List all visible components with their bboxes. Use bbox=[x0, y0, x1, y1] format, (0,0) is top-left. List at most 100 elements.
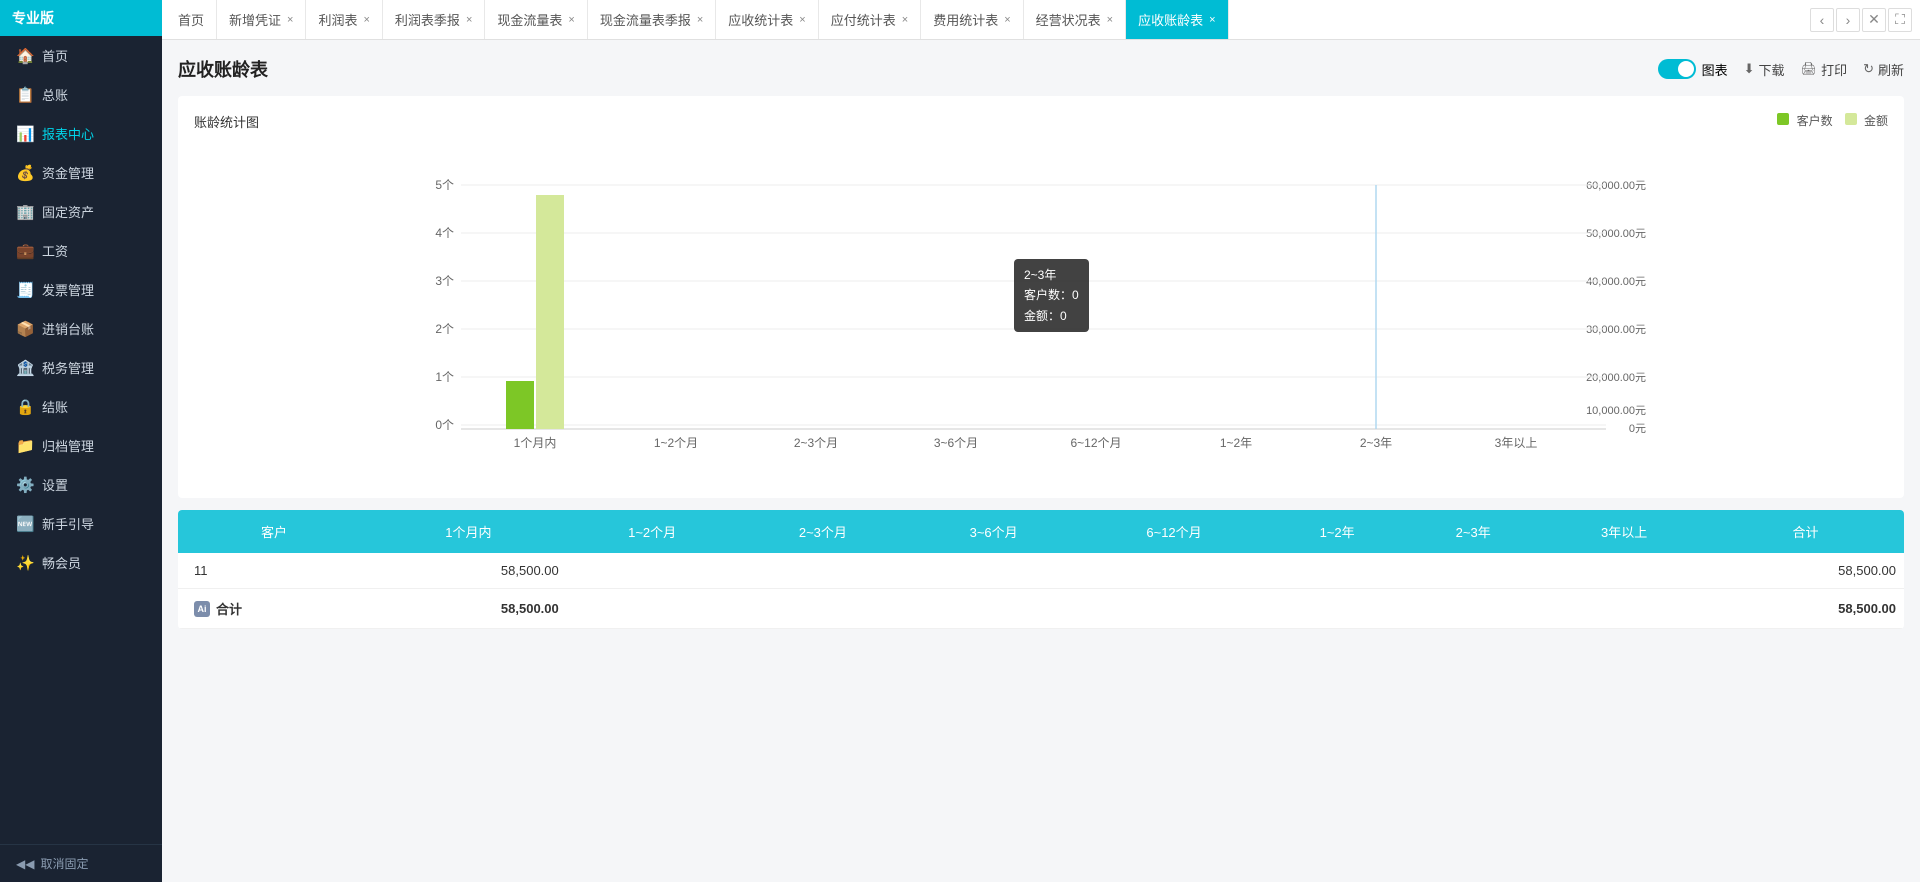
chart-toggle[interactable] bbox=[1658, 59, 1696, 79]
close-tab-ap-stat[interactable]: × bbox=[902, 14, 908, 26]
legend-amount-dot bbox=[1845, 113, 1857, 125]
cell-m12 bbox=[567, 553, 738, 589]
sidebar-item-closing[interactable]: 🔒 结账 bbox=[0, 387, 162, 426]
sidebar-item-funds[interactable]: 💰 资金管理 bbox=[0, 153, 162, 192]
refresh-icon: ↻ bbox=[1863, 61, 1874, 77]
invoice-icon: 🧾 bbox=[16, 281, 34, 299]
vip-icon: ✨ bbox=[16, 554, 34, 572]
cell-total-m12 bbox=[567, 589, 738, 629]
svg-text:30,000.00元: 30,000.00元 bbox=[1586, 324, 1646, 336]
data-table: 客户 1个月内 1~2个月 2~3个月 3~6个月 6~12个月 1~2年 2~… bbox=[178, 510, 1904, 629]
svg-text:5个: 5个 bbox=[435, 178, 454, 192]
bar-amount-1m bbox=[536, 195, 564, 429]
svg-text:6~12个月: 6~12个月 bbox=[1070, 436, 1121, 450]
tab-ar-aging[interactable]: 应收账龄表 × bbox=[1126, 0, 1228, 40]
tab-next-button[interactable]: › bbox=[1836, 8, 1860, 32]
tab-ap-stat[interactable]: 应付统计表 × bbox=[819, 0, 921, 40]
guide-icon: 🆕 bbox=[16, 515, 34, 533]
chart-toggle-wrap: 图表 bbox=[1658, 59, 1728, 79]
cell-m612 bbox=[1079, 553, 1269, 589]
cell-total-y23 bbox=[1405, 589, 1541, 629]
table-header-row: 客户 1个月内 1~2个月 2~3个月 3~6个月 6~12个月 1~2年 2~… bbox=[178, 510, 1904, 553]
refresh-button[interactable]: ↻ 刷新 bbox=[1863, 60, 1904, 79]
cell-y12 bbox=[1269, 553, 1405, 589]
chart-svg: 5个 4个 3个 2个 1个 0个 60,000.00元 50,000.00元 … bbox=[194, 139, 1888, 479]
col-m36: 3~6个月 bbox=[908, 510, 1079, 553]
svg-text:1个: 1个 bbox=[435, 370, 454, 384]
cell-total: 58,500.00 bbox=[1707, 553, 1904, 589]
cell-total-y3plus bbox=[1541, 589, 1707, 629]
tab-prev-button[interactable]: ‹ bbox=[1810, 8, 1834, 32]
home-icon: 🏠 bbox=[16, 47, 34, 65]
cell-m23 bbox=[738, 553, 909, 589]
svg-text:3年以上: 3年以上 bbox=[1495, 436, 1538, 450]
closing-icon: 🔒 bbox=[16, 398, 34, 416]
reports-icon: 📊 bbox=[16, 125, 34, 143]
tab-home[interactable]: 首页 bbox=[166, 0, 217, 40]
sidebar-item-settings[interactable]: ⚙️ 设置 bbox=[0, 465, 162, 504]
chart-toggle-label: 图表 bbox=[1702, 60, 1728, 79]
tab-cashflow-q[interactable]: 现金流量表季报 × bbox=[588, 0, 716, 40]
svg-text:10,000.00元: 10,000.00元 bbox=[1586, 405, 1646, 417]
cell-total-label: Ai 合计 bbox=[178, 589, 370, 628]
tab-cashflow[interactable]: 现金流量表 × bbox=[485, 0, 587, 40]
sidebar-item-reports[interactable]: 📊 报表中心 bbox=[0, 114, 162, 153]
sidebar-item-guide[interactable]: 🆕 新手引导 bbox=[0, 504, 162, 543]
close-tab-expense[interactable]: × bbox=[1004, 14, 1010, 26]
page-title: 应收账龄表 bbox=[178, 56, 268, 82]
tab-ar-stat[interactable]: 应收统计表 × bbox=[716, 0, 818, 40]
svg-text:3~6个月: 3~6个月 bbox=[934, 436, 978, 450]
close-tab-ar-stat[interactable]: × bbox=[799, 14, 805, 26]
sidebar-item-home[interactable]: 🏠 首页 bbox=[0, 36, 162, 75]
svg-text:0个: 0个 bbox=[435, 418, 454, 432]
sidebar-item-tax[interactable]: 🏦 税务管理 bbox=[0, 348, 162, 387]
close-tab-biz-stat[interactable]: × bbox=[1107, 14, 1113, 26]
close-tab-ar-aging[interactable]: × bbox=[1209, 14, 1215, 26]
bar-customers-1m bbox=[506, 381, 534, 429]
svg-text:2个: 2个 bbox=[435, 322, 454, 336]
unpin-icon: ◀◀ bbox=[16, 857, 34, 871]
sidebar-item-ledger[interactable]: 📋 总账 bbox=[0, 75, 162, 114]
sidebar-item-inventory[interactable]: 📦 进销台账 bbox=[0, 309, 162, 348]
sidebar-item-assets[interactable]: 🏢 固定资产 bbox=[0, 192, 162, 231]
col-total: 合计 bbox=[1707, 510, 1904, 553]
tab-close-all-button[interactable]: ✕ bbox=[1862, 8, 1886, 32]
legend-customers: 客户数 bbox=[1777, 112, 1832, 129]
salary-icon: 💼 bbox=[16, 242, 34, 260]
inventory-icon: 📦 bbox=[16, 320, 34, 338]
col-m612: 6~12个月 bbox=[1079, 510, 1269, 553]
col-y12: 1~2年 bbox=[1269, 510, 1405, 553]
sidebar-item-archive[interactable]: 📁 归档管理 bbox=[0, 426, 162, 465]
close-tab-profit-q[interactable]: × bbox=[466, 14, 472, 26]
sidebar-item-invoice[interactable]: 🧾 发票管理 bbox=[0, 270, 162, 309]
cell-total-m23 bbox=[738, 589, 909, 629]
print-icon: 🖨 bbox=[1801, 61, 1818, 77]
tab-expense[interactable]: 费用统计表 × bbox=[921, 0, 1023, 40]
cell-y3plus bbox=[1541, 553, 1707, 589]
col-m1: 1个月内 bbox=[370, 510, 567, 553]
page-content: 应收账龄表 图表 ⬇ 下载 🖨 打印 ↻ 刷新 bbox=[162, 40, 1920, 882]
svg-text:1~2个月: 1~2个月 bbox=[654, 436, 698, 450]
tab-biz-stat[interactable]: 经营状况表 × bbox=[1024, 0, 1126, 40]
cell-m36 bbox=[908, 553, 1079, 589]
download-button[interactable]: ⬇ 下载 bbox=[1744, 60, 1785, 79]
sidebar-item-salary[interactable]: 💼 工资 bbox=[0, 231, 162, 270]
tab-expand-button[interactable]: ⛶ bbox=[1888, 8, 1912, 32]
print-button[interactable]: 🖨 打印 bbox=[1801, 60, 1848, 79]
unpin-button[interactable]: ◀◀ 取消固定 bbox=[0, 844, 162, 882]
assets-icon: 🏢 bbox=[16, 203, 34, 221]
close-tab-profit[interactable]: × bbox=[363, 14, 369, 26]
ledger-icon: 📋 bbox=[16, 86, 34, 104]
tab-profit[interactable]: 利润表 × bbox=[306, 0, 382, 40]
tab-voucher[interactable]: 新增凭证 × bbox=[217, 0, 306, 40]
close-tab-cashflow[interactable]: × bbox=[568, 14, 574, 26]
col-m12: 1~2个月 bbox=[567, 510, 738, 553]
close-tab-voucher[interactable]: × bbox=[287, 14, 293, 26]
tab-nav-buttons: ‹ › ✕ ⛶ bbox=[1810, 8, 1916, 32]
sidebar-item-vip[interactable]: ✨ 畅会员 bbox=[0, 543, 162, 582]
svg-text:60,000.00元: 60,000.00元 bbox=[1586, 180, 1646, 192]
svg-text:1~2年: 1~2年 bbox=[1220, 436, 1252, 450]
svg-text:1个月内: 1个月内 bbox=[514, 436, 557, 450]
tab-profit-q[interactable]: 利润表季报 × bbox=[383, 0, 485, 40]
close-tab-cashflow-q[interactable]: × bbox=[697, 14, 703, 26]
